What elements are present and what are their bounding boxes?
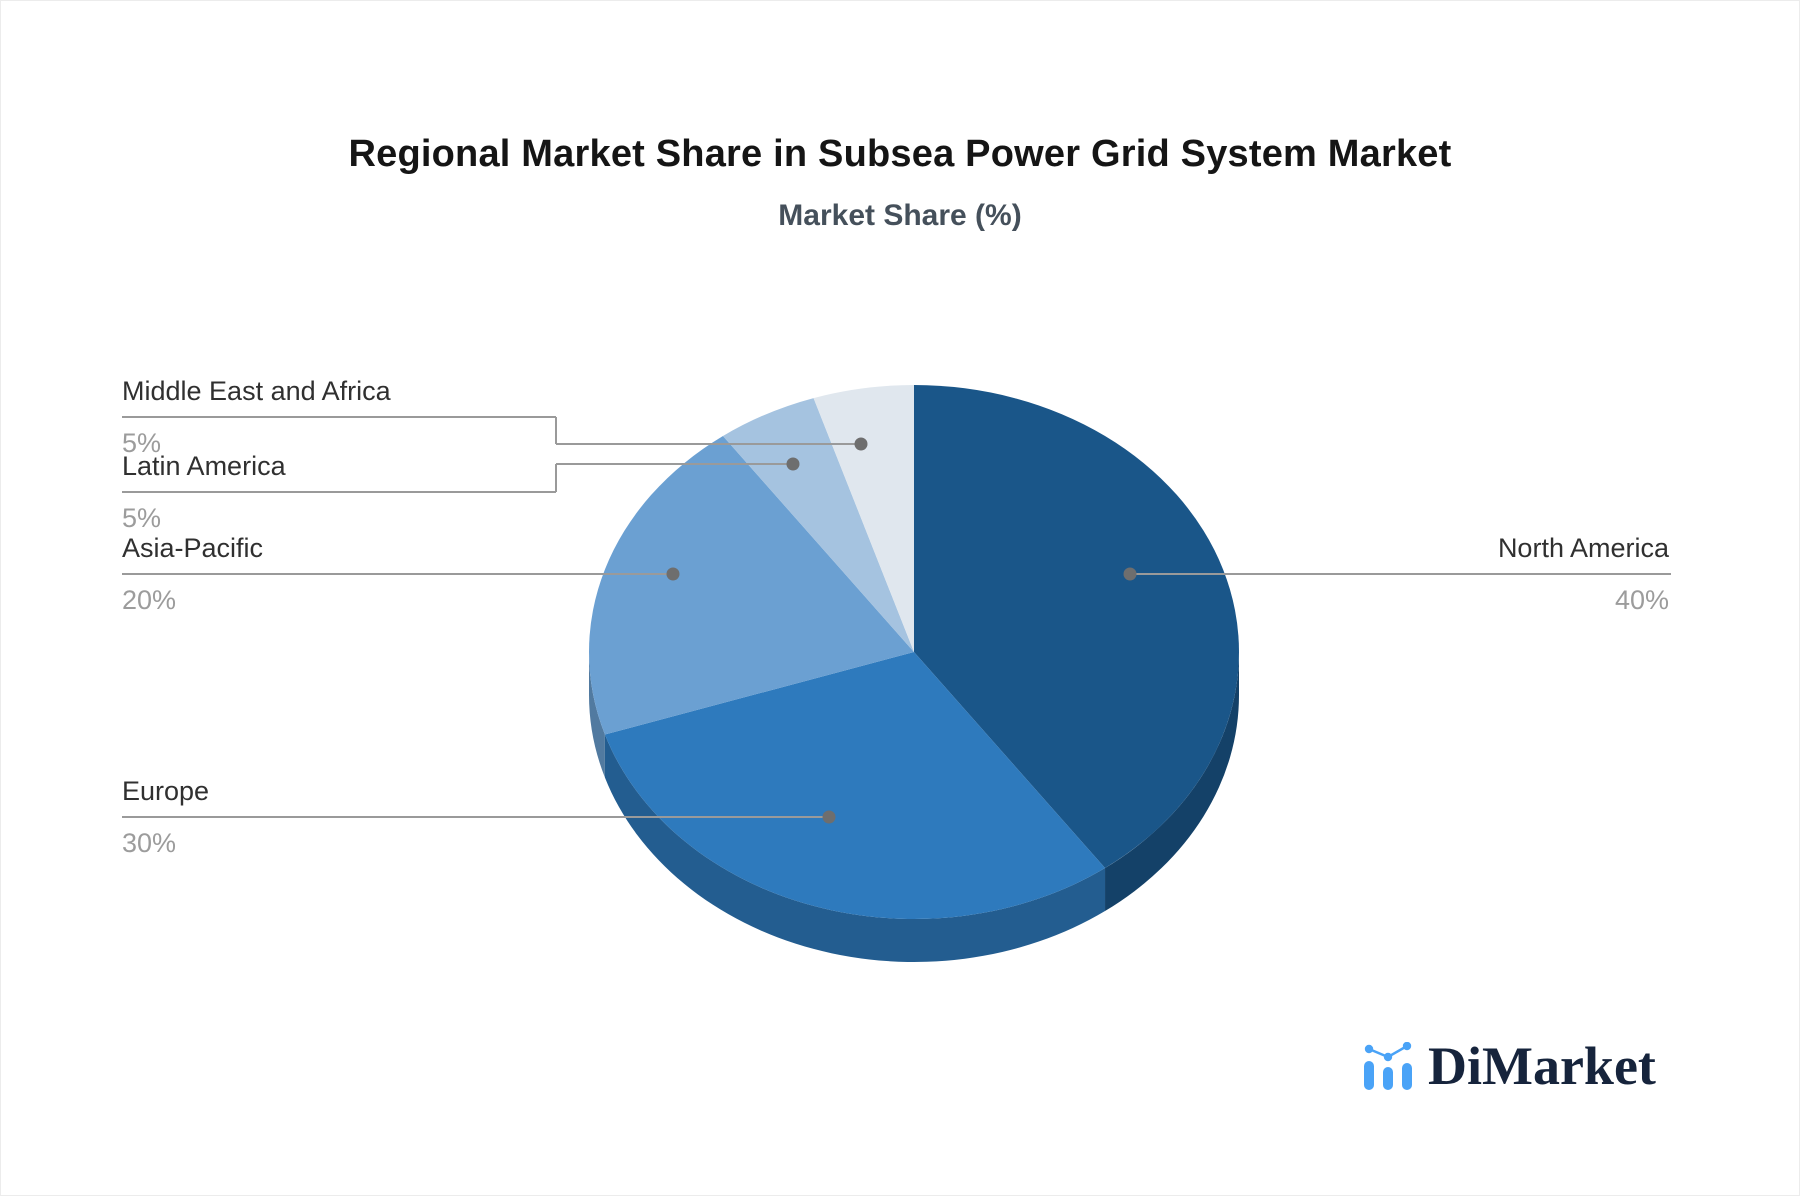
dimarket-logo: DiMarket xyxy=(1364,1037,1656,1095)
leader-dot-north-america xyxy=(1123,567,1137,581)
slice-label-north-america: North America xyxy=(1497,533,1669,563)
leader-dot-asia-pacific xyxy=(666,567,680,581)
slice-value-north-america: 40% xyxy=(1614,585,1669,615)
slice-label-asia-pacific: Asia-Pacific xyxy=(122,533,264,563)
leader-dot-europe xyxy=(822,810,836,824)
leader-dot-middle-east-and-africa xyxy=(854,437,868,451)
slice-value-europe: 30% xyxy=(122,828,177,858)
slice-value-latin-america: 5% xyxy=(122,503,162,533)
dimarket-logo-text: DiMarket xyxy=(1428,1036,1656,1096)
chart-canvas: Regional Market Share in Subsea Power Gr… xyxy=(0,0,1800,1196)
slice-value-asia-pacific: 20% xyxy=(122,585,177,615)
bar-line-chart-logo-icon xyxy=(1364,1042,1412,1090)
pie-chart xyxy=(122,385,1671,962)
slice-value-middle-east-and-africa: 5% xyxy=(122,428,162,458)
leader-dot-latin-america xyxy=(786,457,800,471)
slice-label-europe: Europe xyxy=(122,776,210,806)
slice-label-middle-east-and-africa: Middle East and Africa xyxy=(122,376,391,406)
